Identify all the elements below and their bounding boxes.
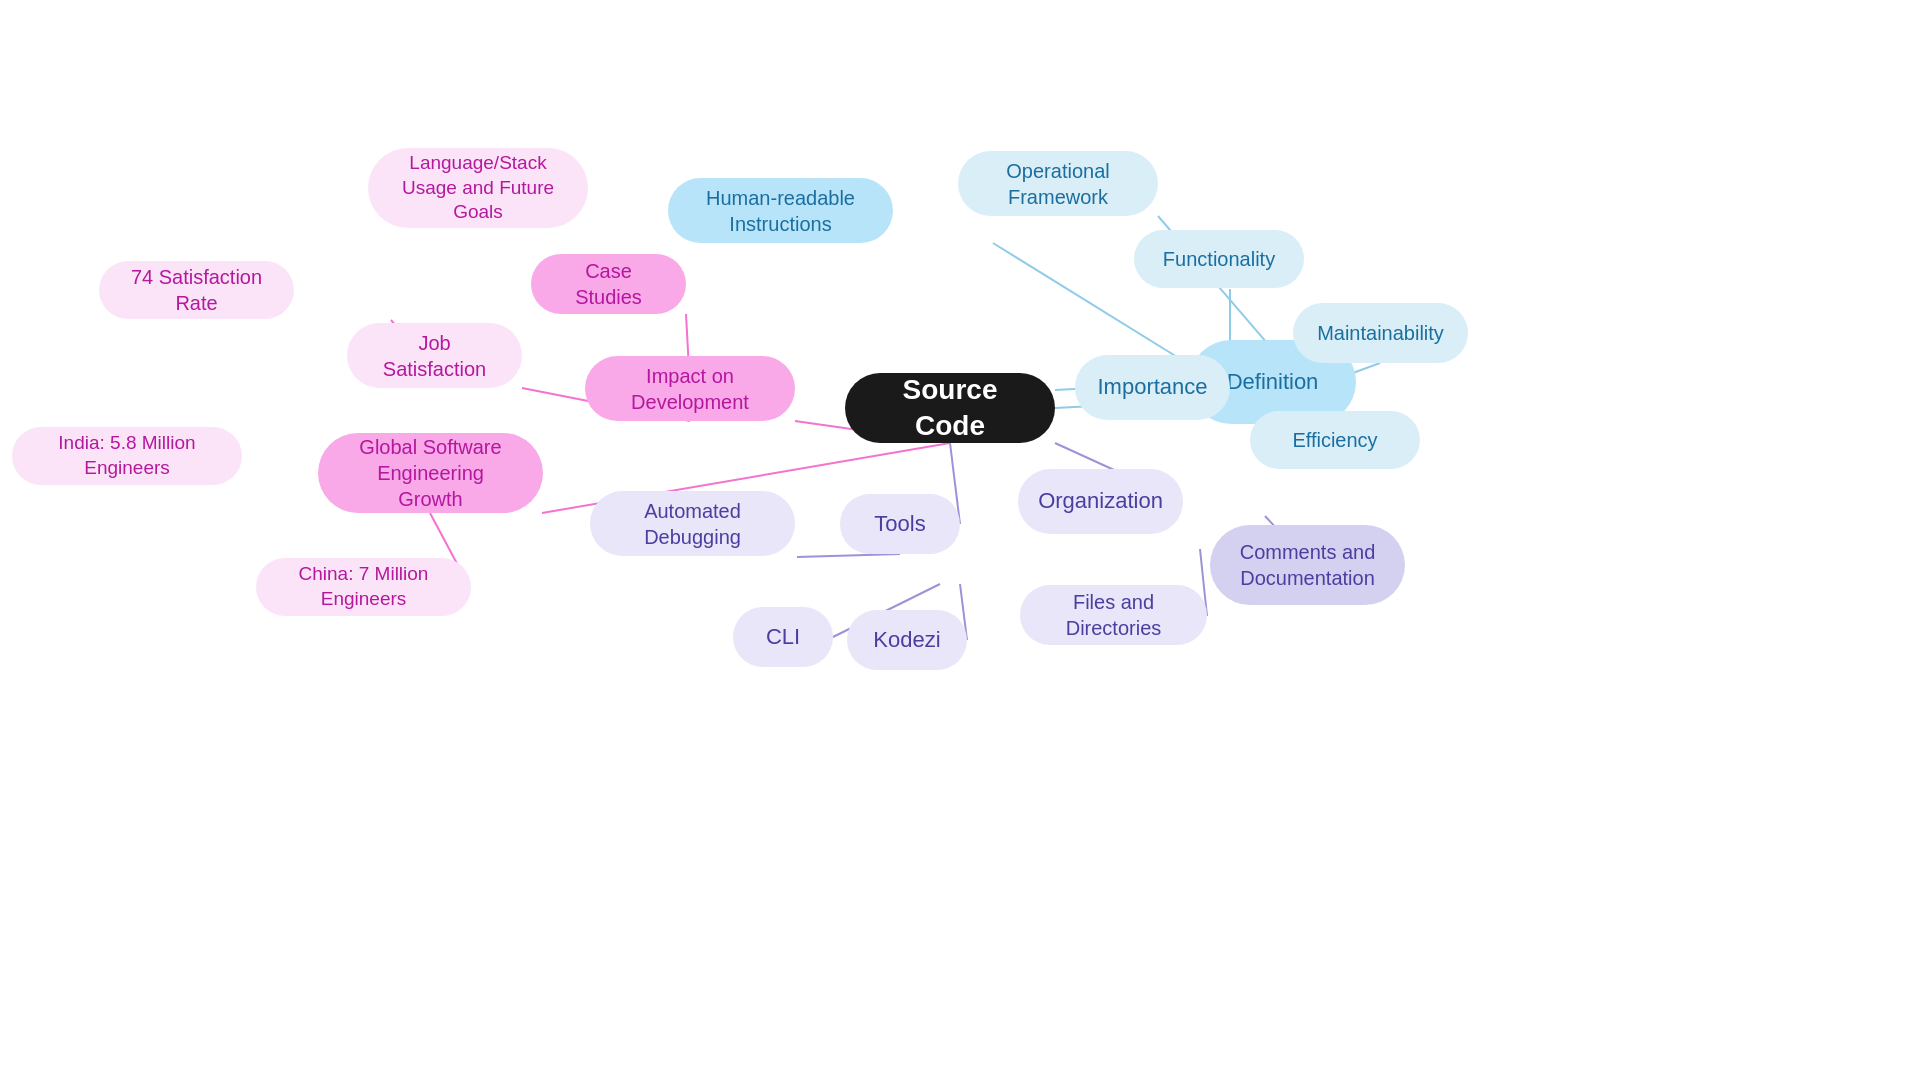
node-human-readable: Human-readable Instructions [668,178,893,243]
node-kodezi: Kodezi [847,610,967,670]
node-tools: Tools [840,494,960,554]
node-india: India: 5.8 Million Engineers [12,427,242,485]
node-operational-framework: Operational Framework [958,151,1158,216]
node-organization: Organization [1018,469,1183,534]
node-files-dir: Files and Directories [1020,585,1207,645]
node-job-satisfaction: Job Satisfaction [347,323,522,388]
node-impact-on-dev: Impact on Development [585,356,795,421]
node-efficiency: Efficiency [1250,411,1420,469]
node-functionality: Functionality [1134,230,1304,288]
node-satisfaction-rate: 74 Satisfaction Rate [99,261,294,319]
node-china: China: 7 Million Engineers [256,558,471,616]
node-lang-stack: Language/Stack Usage and Future Goals [368,148,588,228]
node-maintainability: Maintainability [1293,303,1468,363]
node-comments-doc: Comments and Documentation [1210,525,1405,605]
node-importance: Importance [1075,355,1230,420]
node-cli: CLI [733,607,833,667]
node-global-growth: Global Software Engineering Growth [318,433,543,513]
source-code-center: Source Code [845,373,1055,443]
svg-line-16 [797,554,900,557]
node-automated-debugging: Automated Debugging [590,491,795,556]
node-case-studies: Case Studies [531,254,686,314]
